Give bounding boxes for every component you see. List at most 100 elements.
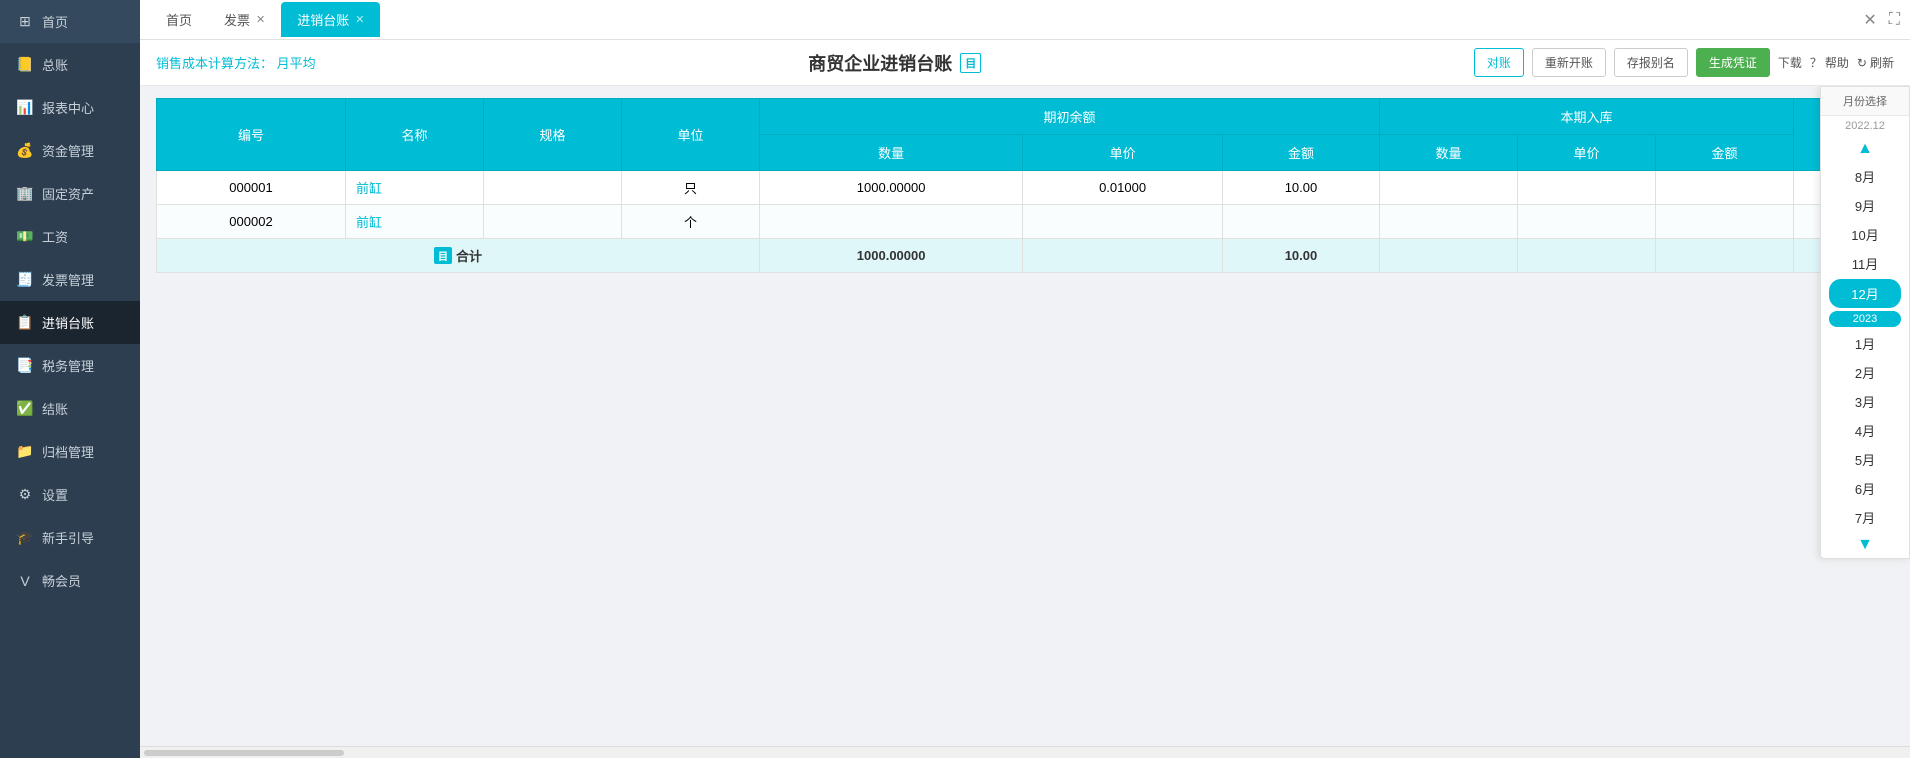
cell-in-price [1518,171,1656,205]
total-opening-amount: 10.00 [1222,239,1379,273]
month-panel: 月份选择 2022.12 ▲ 8月9月10月11月12月 2023 1月2月3月… [1820,86,1910,559]
cell-in-amount [1656,205,1794,239]
reopen-button[interactable]: 重新开账 [1532,48,1606,77]
sidebar-item-reports[interactable]: 📊 报表中心 [0,86,140,129]
inventory-table: 编号 名称 规格 单位 期初余额 本期入库 数 数量 单价 金额 数量 单价 金… [156,98,1894,273]
month-item-12月[interactable]: 12月 [1829,279,1901,308]
reports-icon: 📊 [16,99,34,116]
sidebar-item-invoice-mgmt[interactable]: 🧾 发票管理 [0,258,140,301]
cell-opening-price [1023,205,1223,239]
cell-in-qty [1380,171,1518,205]
content-area: 编号 名称 规格 单位 期初余额 本期入库 数 数量 单价 金额 数量 单价 金… [140,86,1910,746]
sidebar: ⊞ 首页 📒 总账 📊 报表中心 💰 资金管理 🏢 固定资产 💵 工资 🧾 发票… [0,0,140,758]
tab-label-inventory-tab: 进销台账 [297,10,349,29]
sidebar-item-home[interactable]: ⊞ 首页 [0,0,140,43]
cell-opening-amount [1222,205,1379,239]
tab-label-home-tab: 首页 [166,10,192,29]
page-title-area: 商贸企业进销台账 目 [316,50,1474,76]
reconcile-button[interactable]: 对账 [1474,48,1524,77]
scrollbar-area[interactable] [140,746,1910,758]
download-link[interactable]: 下载 [1778,54,1802,71]
save-as-button[interactable]: 存报别名 [1614,48,1688,77]
month-item-2月[interactable]: 2月 [1821,358,1909,387]
sidebar-item-payroll[interactable]: 💵 工资 [0,215,140,258]
refresh-link[interactable]: ↻ 刷新 [1857,54,1894,71]
col-group-current-in: 本期入库 [1380,99,1794,135]
sidebar-item-settlement[interactable]: ✅ 结账 [0,387,140,430]
sidebar-label-archive: 归档管理 [42,442,94,461]
col-name: 名称 [346,99,484,171]
month-nav-up[interactable]: ▲ [1821,136,1909,162]
sidebar-label-member: 畅会员 [42,571,81,590]
page-title: 商贸企业进销台账 [808,50,952,76]
generate-button[interactable]: 生成凭证 [1696,48,1770,77]
cell-opening-price: 0.01000 [1023,171,1223,205]
table-row[interactable]: 000002 前缸 个 [157,205,1894,239]
fixed-assets-icon: 🏢 [16,185,34,202]
maximize-button[interactable]: ⛶ [1887,8,1902,32]
inventory-icon: 📋 [16,314,34,331]
tab-invoice-tab[interactable]: 发票✕ [208,2,281,37]
sidebar-item-guide[interactable]: 🎓 新手引导 [0,516,140,559]
tax-icon: 📑 [16,357,34,374]
cell-name: 前缸 [346,171,484,205]
cell-code: 000002 [157,205,346,239]
help-link[interactable]: ？ 帮助 [1810,54,1849,71]
month-item-11月[interactable]: 11月 [1821,249,1909,278]
month-item-7月[interactable]: 7月 [1821,503,1909,532]
month-item-1月[interactable]: 1月 [1821,329,1909,358]
sidebar-label-inventory: 进销台账 [42,313,94,332]
sidebar-item-funds[interactable]: 💰 资金管理 [0,129,140,172]
settlement-icon: ✅ [16,400,34,417]
total-in-amount [1656,239,1794,273]
table-row[interactable]: 000001 前缸 只 1000.00000 0.01000 10.00 [157,171,1894,205]
close-button[interactable]: ✕ [1861,8,1878,32]
sidebar-item-archive[interactable]: 📁 归档管理 [0,430,140,473]
cell-unit: 个 [622,205,760,239]
tab-close-invoice-tab[interactable]: ✕ [256,13,265,26]
cell-in-qty [1380,205,1518,239]
invoice-mgmt-icon: 🧾 [16,271,34,288]
month-item-5月[interactable]: 5月 [1821,445,1909,474]
sidebar-item-inventory[interactable]: 📋 进销台账 [0,301,140,344]
month-item-3月[interactable]: 3月 [1821,387,1909,416]
month-item-6月[interactable]: 6月 [1821,474,1909,503]
total-in-qty [1380,239,1518,273]
month-panel-title: 月份选择 [1821,87,1909,116]
current-year-label: 2022.12 [1821,116,1909,136]
archive-icon: 📁 [16,443,34,460]
guide-icon: 🎓 [16,529,34,546]
sidebar-item-settings[interactable]: ⚙ 设置 [0,473,140,516]
sidebar-item-tax[interactable]: 📑 税务管理 [0,344,140,387]
col-in-amount: 金额 [1656,135,1794,171]
col-code: 编号 [157,99,346,171]
month-item-9月[interactable]: 9月 [1821,191,1909,220]
total-row: 目 合计 1000.00000 10.00 [157,239,1894,273]
cell-unit: 只 [622,171,760,205]
month-nav-down[interactable]: ▼ [1821,532,1909,558]
sidebar-label-home: 首页 [42,12,68,31]
member-icon: V [16,573,34,589]
month-item-4月[interactable]: 4月 [1821,416,1909,445]
tab-inventory-tab[interactable]: 进销台账 ✕ [281,2,380,37]
scrollbar-thumb[interactable] [144,750,344,756]
col-in-price: 单价 [1518,135,1656,171]
sidebar-item-general-ledger[interactable]: 📒 总账 [0,43,140,86]
sidebar-label-invoice-mgmt: 发票管理 [42,270,94,289]
col-unit: 单位 [622,99,760,171]
title-info-icon[interactable]: 目 [960,53,981,73]
tab-close-inventory-tab[interactable]: ✕ [355,13,364,26]
sidebar-item-member[interactable]: V 畅会员 [0,559,140,602]
tab-home-tab[interactable]: 首页 [150,2,208,37]
month-item-8月[interactable]: 8月 [1821,162,1909,191]
sidebar-item-fixed-assets[interactable]: 🏢 固定资产 [0,172,140,215]
month-item-10月[interactable]: 10月 [1821,220,1909,249]
sidebar-label-fixed-assets: 固定资产 [42,184,94,203]
top-bar: 销售成本计算方法： 月平均 商贸企业进销台账 目 对账 重新开账 存报别名 生成… [140,40,1910,86]
cell-opening-qty [760,205,1023,239]
sidebar-label-general-ledger: 总账 [42,55,68,74]
cost-method-label: 销售成本计算方法： [156,56,273,71]
col-opening-amount: 金额 [1222,135,1379,171]
sidebar-label-payroll: 工资 [42,227,68,246]
cell-in-amount [1656,171,1794,205]
